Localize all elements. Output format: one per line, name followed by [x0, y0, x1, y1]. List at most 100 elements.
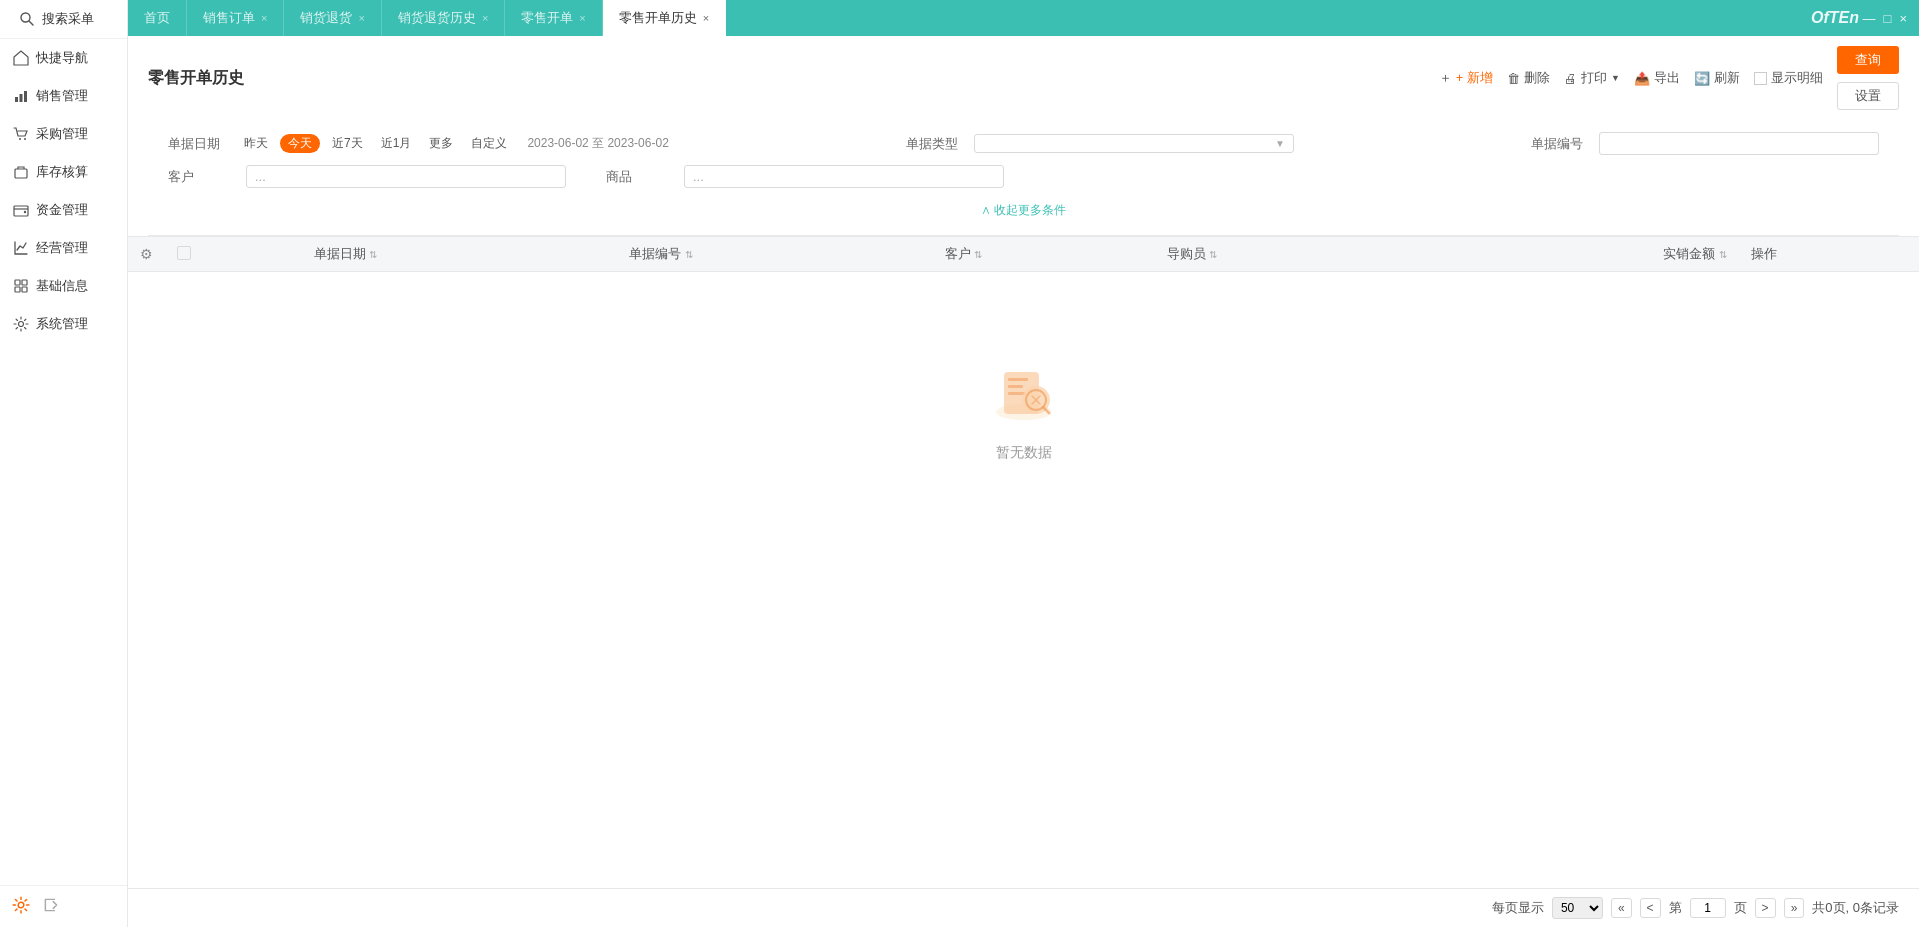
svg-rect-2: [15, 97, 18, 102]
svg-rect-13: [22, 287, 27, 292]
delete-icon: 🗑: [1507, 71, 1520, 86]
col-customer[interactable]: 客户 ⇅: [933, 237, 1155, 272]
type-dropdown-icon: ▼: [1275, 138, 1285, 149]
next-page-btn[interactable]: >: [1755, 898, 1776, 918]
svg-line-1: [29, 21, 33, 25]
table-header-row: ⚙ 单据日期 ⇅ 单据编号 ⇅: [128, 237, 1919, 272]
page-header: 零售开单历史 ＋ + 新增 🗑 删除 🖨 打印 ▼: [128, 36, 1919, 237]
col-actions: 操作: [1739, 237, 1919, 272]
window-controls: — □ ×: [1851, 0, 1919, 36]
tab-close-retail-history[interactable]: ×: [703, 12, 709, 24]
customer-select[interactable]: ...: [246, 165, 566, 188]
svg-rect-12: [15, 287, 20, 292]
toolbar: ＋ + 新增 🗑 删除 🖨 打印 ▼ 📤 导出: [1439, 46, 1899, 110]
date-opt-today[interactable]: 今天: [280, 134, 320, 153]
svg-rect-8: [14, 206, 28, 216]
date-opt-more[interactable]: 更多: [423, 134, 459, 153]
sidebar-item-finance[interactable]: 资金管理: [0, 191, 127, 229]
settings-button[interactable]: 设置: [1837, 82, 1899, 110]
col-number[interactable]: 单据编号 ⇅: [617, 237, 933, 272]
tab-retail-history[interactable]: 零售开单历史 ×: [603, 0, 726, 36]
svg-point-6: [24, 138, 26, 140]
sort-guide-icon: ⇅: [1209, 249, 1217, 260]
maximize-btn[interactable]: □: [1884, 11, 1892, 26]
svg-rect-4: [24, 91, 27, 102]
sidebar-search[interactable]: 搜索采单: [0, 0, 127, 39]
sidebar-item-operations[interactable]: 经营管理: [0, 229, 127, 267]
display-detail-button[interactable]: 显示明细: [1754, 69, 1823, 87]
refresh-button[interactable]: 🔄 刷新: [1694, 69, 1740, 87]
refresh-icon: 🔄: [1694, 71, 1710, 86]
add-button[interactable]: ＋ + 新增: [1439, 69, 1493, 87]
tab-close-retail-open[interactable]: ×: [579, 12, 585, 24]
export-button[interactable]: 📤 导出: [1634, 69, 1680, 87]
delete-button[interactable]: 🗑 删除: [1507, 69, 1550, 87]
main-content: 首页 销售订单 × 销货退货 × 销货退货历史 × 零售开单 × 零售开单历史 …: [128, 0, 1919, 927]
tab-home[interactable]: 首页: [128, 0, 187, 36]
col-guide[interactable]: 导购员 ⇅: [1155, 237, 1424, 272]
tab-close-sales-return-history[interactable]: ×: [482, 12, 488, 24]
data-table: ⚙ 单据日期 ⇅ 单据编号 ⇅: [128, 237, 1919, 272]
column-settings[interactable]: ⚙: [128, 237, 165, 272]
sidebar-item-basic-info[interactable]: 基础信息: [0, 267, 127, 305]
checkbox-display: [1754, 72, 1767, 85]
search-label: 搜索采单: [42, 10, 94, 28]
tab-sales-order[interactable]: 销售订单 ×: [187, 0, 284, 36]
sidebar-item-sales[interactable]: 销售管理: [0, 77, 127, 115]
tab-close-sales-order[interactable]: ×: [261, 12, 267, 24]
home-icon: [12, 49, 30, 67]
date-range: 2023-06-02 至 2023-06-02: [527, 135, 668, 152]
table-area: ⚙ 单据日期 ⇅ 单据编号 ⇅: [128, 237, 1919, 888]
goods-select[interactable]: ...: [684, 165, 1004, 188]
prev-page-btn[interactable]: <: [1640, 898, 1661, 918]
close-btn[interactable]: ×: [1899, 11, 1907, 26]
sidebar-item-inventory[interactable]: 库存核算: [0, 153, 127, 191]
last-page-btn[interactable]: »: [1784, 898, 1805, 918]
page-label-end: 页: [1734, 899, 1747, 917]
minimize-btn[interactable]: —: [1863, 11, 1876, 26]
tab-sales-return[interactable]: 销货退货 ×: [284, 0, 381, 36]
sidebar-label-quick-nav: 快捷导航: [36, 49, 88, 67]
select-all-checkbox[interactable]: [177, 246, 191, 260]
print-button[interactable]: 🖨 打印 ▼: [1564, 69, 1620, 87]
settings-bottom-icon[interactable]: [12, 896, 30, 917]
type-select[interactable]: ▼: [974, 134, 1294, 153]
tab-sales-return-history[interactable]: 销货退货历史 ×: [382, 0, 505, 36]
first-page-btn[interactable]: «: [1611, 898, 1632, 918]
query-button[interactable]: 查询: [1837, 46, 1899, 74]
svg-rect-19: [1008, 385, 1023, 388]
sidebar-label-system: 系统管理: [36, 315, 88, 333]
col-amount[interactable]: 实销金额 ⇅: [1423, 237, 1739, 272]
filter-row-2: 客户 ... 商品 ...: [168, 165, 1879, 188]
chart-icon: [12, 87, 30, 105]
goods-filter: 商品 ...: [606, 165, 1004, 188]
collapse-btn[interactable]: ∧ 收起更多条件: [168, 198, 1879, 223]
date-opt-1month[interactable]: 近1月: [375, 134, 418, 153]
date-opt-7days[interactable]: 近7天: [326, 134, 369, 153]
goods-placeholder: ...: [693, 169, 704, 184]
sidebar-item-quick-nav[interactable]: 快捷导航: [0, 39, 127, 77]
collapse-sidebar-icon[interactable]: [42, 896, 60, 917]
sidebar-item-purchase[interactable]: 采购管理: [0, 115, 127, 153]
tab-retail-open[interactable]: 零售开单 ×: [505, 0, 602, 36]
col-date[interactable]: 单据日期 ⇅: [302, 237, 618, 272]
date-opt-yesterday[interactable]: 昨天: [238, 134, 274, 153]
date-options: 昨天 今天 近7天 近1月 更多 自定义 2023-06-02 至 2023-0…: [238, 134, 669, 153]
tab-close-sales-return[interactable]: ×: [358, 12, 364, 24]
page-input[interactable]: [1690, 898, 1726, 918]
brand-logo: OfTEn: [1811, 0, 1859, 36]
svg-point-5: [19, 138, 21, 140]
sidebar-item-system[interactable]: 系统管理: [0, 305, 127, 343]
page-content: 零售开单历史 ＋ + 新增 🗑 删除 🖨 打印 ▼: [128, 36, 1919, 927]
page-label: 第: [1669, 899, 1682, 917]
number-input[interactable]: [1599, 132, 1879, 155]
add-icon: ＋: [1439, 69, 1452, 87]
date-label: 单据日期: [168, 135, 238, 153]
print-icon: 🖨: [1564, 71, 1577, 86]
box-icon: [12, 163, 30, 181]
date-opt-custom[interactable]: 自定义: [465, 134, 513, 153]
grid-icon: [12, 277, 30, 295]
sort-date-icon: ⇅: [369, 249, 377, 260]
type-label: 单据类型: [906, 135, 966, 153]
per-page-select[interactable]: 50 20 100 200: [1552, 897, 1603, 919]
